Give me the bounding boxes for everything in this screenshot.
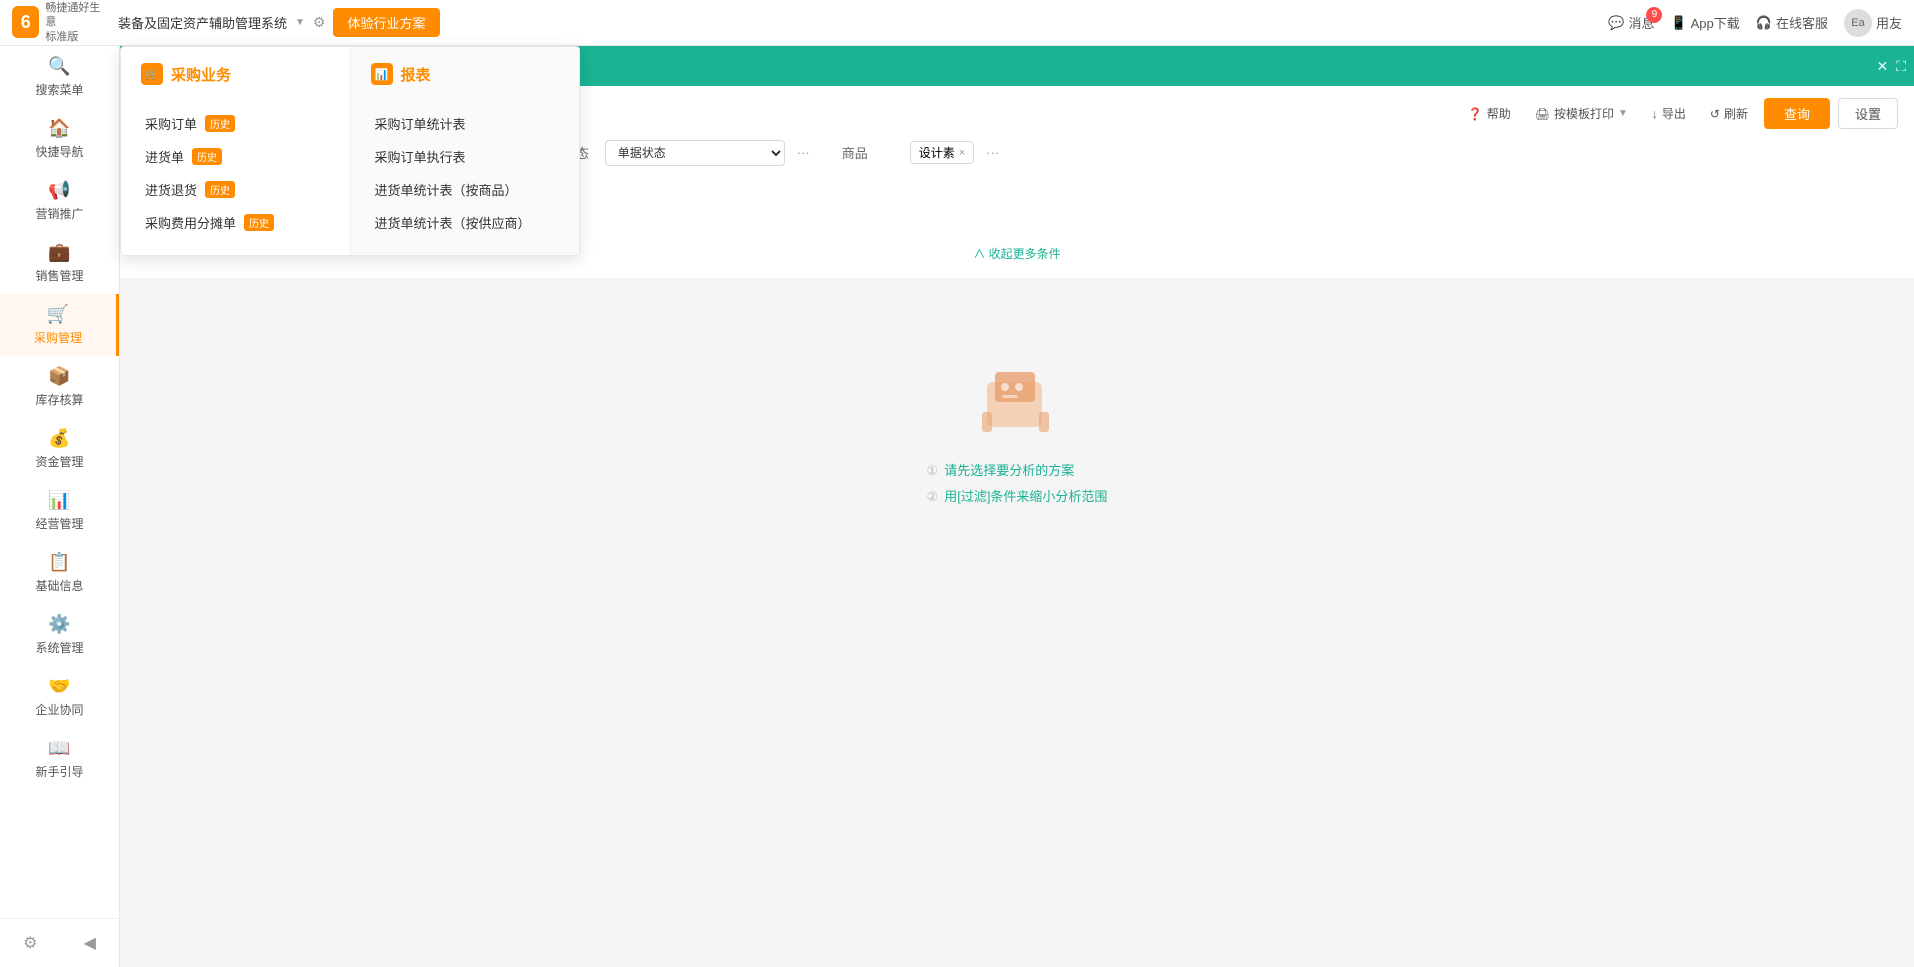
product-more-icon[interactable]: ··· [986,145,999,160]
online-service-btn[interactable]: 🎧 在线客服 [1756,13,1828,32]
query-btn[interactable]: 查询 [1764,98,1830,129]
sidebar-item-marketing[interactable]: 📢 营销推广 [0,170,119,232]
menu-item-return[interactable]: 进货退货 历史 [141,173,334,206]
user-avatar-btn[interactable]: Ea 用友 [1844,9,1902,37]
sidebar-item-operations[interactable]: 📊 经营管理 [0,480,119,542]
menu-item-purchase-order[interactable]: 采购订单 历史 [141,107,334,140]
print-btn[interactable]: 🖨 按模板打印 ▼ [1527,101,1636,126]
print-dropdown-icon[interactable]: ▼ [1618,108,1628,119]
doc-status-select[interactable]: 单据状态 [605,140,785,166]
filter-settings-btn[interactable]: 设置 [1838,98,1898,129]
sidebar-item-quicknav[interactable]: 🏠 快捷导航 [0,108,119,170]
book-icon: 📖 [48,738,70,759]
doc-status-more-icon[interactable]: ··· [797,145,810,160]
dropdown-col-business-title: 🛒 采购业务 [141,63,334,93]
message-btn[interactable]: 💬 消息 9 [1608,13,1654,32]
refresh-btn[interactable]: ↺ 刷新 [1702,101,1756,126]
dropdown-col-business: 🛒 采购业务 采购订单 历史 进货单 历史 进货退货 历史 采购费用分摊单 历史 [121,47,350,255]
handshake-icon: 🤝 [48,676,70,697]
money-icon: 💰 [48,428,70,449]
speaker-icon: 📢 [48,180,70,201]
export-icon: ↓ [1652,107,1658,121]
report-col-icon: 📊 [371,63,393,85]
avatar: Ea [1844,9,1872,37]
app-download-btn[interactable]: 📱 App下载 [1670,13,1739,32]
tab-bar-right: ✕ ⛶ [1876,58,1906,75]
export-btn[interactable]: ↓ 导出 [1644,101,1694,126]
logo: 6 畅捷通好生意 标准版 [12,1,102,44]
menu-item-expense[interactable]: 采购费用分摊单 历史 [141,206,334,239]
empty-hint-2: ②用[过滤]条件来缩小分析范围 [927,484,1108,510]
sidebar-footer: ⚙ ◀ [0,918,119,967]
system-dropdown-arrow[interactable]: ▼ [295,17,305,28]
message-icon: 💬 [1608,15,1624,31]
menu-item-inbound-stats-product[interactable]: 进货单统计表（按商品） [371,173,564,206]
sidebar-item-search[interactable]: 🔍 搜索菜单 [0,46,119,108]
cart-icon: 🛒 [47,304,69,325]
print-icon: 🖨 [1535,107,1550,121]
empty-state: ①请先选择要分析的方案 ②用[过滤]条件来缩小分析范围 [120,282,1914,590]
logo-text: 畅捷通好生意 标准版 [45,1,102,44]
phone-icon: 📱 [1670,15,1686,31]
history-badge-2: 历史 [205,181,235,198]
menu-item-po-exec[interactable]: 采购订单执行表 [371,140,564,173]
product-tag: 设计素 × [910,141,974,164]
briefcase-icon: 💼 [48,242,70,263]
sidebar-collapse-btn[interactable]: ◀ [76,929,104,957]
help-icon: ❓ [1468,107,1483,121]
system-name-area: 装备及固定资产辅助管理系统 ▼ ⚙ 体验行业方案 [102,8,1608,37]
topbar: 6 畅捷通好生意 标准版 装备及固定资产辅助管理系统 ▼ ⚙ 体验行业方案 💬 … [0,0,1914,46]
sidebar-item-system[interactable]: ⚙️ 系统管理 [0,604,119,666]
menu-item-inbound-stats-supplier[interactable]: 进货单统计表（按供应商） [371,206,564,239]
help-btn[interactable]: ❓ 帮助 [1460,101,1519,126]
purchase-dropdown-menu: 🛒 采购业务 采购订单 历史 进货单 历史 进货退货 历史 采购费用分摊单 历史… [120,46,580,256]
history-badge-0: 历史 [205,115,235,132]
sidebar: 🔍 搜索菜单 🏠 快捷导航 📢 营销推广 💼 销售管理 🛒 采购管理 📦 库存核… [0,46,120,967]
history-badge-1: 历史 [192,148,222,165]
sidebar-item-sales[interactable]: 💼 销售管理 [0,232,119,294]
industry-btn[interactable]: 体验行业方案 [333,8,439,37]
list-icon: 📋 [48,552,70,573]
sidebar-item-purchase[interactable]: 🛒 采购管理 [0,294,119,356]
sidebar-item-basic[interactable]: 📋 基础信息 [0,542,119,604]
search-icon: 🔍 [48,56,70,77]
system-name: 装备及固定资产辅助管理系统 [118,13,287,32]
menu-item-inbound[interactable]: 进货单 历史 [141,140,334,173]
dropdown-col-report-title: 📊 报表 [371,63,564,93]
sidebar-settings-btn[interactable]: ⚙ [15,929,45,957]
gear-icon: ⚙️ [48,614,70,635]
home-icon: 🏠 [48,118,70,139]
box-icon: 📦 [48,366,70,387]
sidebar-item-guide[interactable]: 📖 新手引导 [0,728,119,790]
dropdown-col-report: 📊 报表 采购订单统计表 采购订单执行表 进货单统计表（按商品） 进货单统计表（… [350,47,580,255]
empty-hints: ①请先选择要分析的方案 ②用[过滤]条件来缩小分析范围 [927,458,1108,510]
product-tag-close[interactable]: × [959,147,965,159]
doc-status-select-wrap: 单据状态 [605,140,785,166]
headset-icon: 🎧 [1756,15,1772,31]
system-gear-icon[interactable]: ⚙ [313,14,326,31]
message-badge: 9 [1646,7,1662,23]
empty-illustration [967,362,1067,442]
purchase-col-icon: 🛒 [141,63,163,85]
refresh-icon: ↺ [1710,107,1720,121]
collapse-arrow-up: ∧ [973,247,985,261]
tab-maximize-icon[interactable]: ⛶ [1896,58,1906,75]
sidebar-item-finance[interactable]: 💰 资金管理 [0,418,119,480]
topbar-right: 💬 消息 9 📱 App下载 🎧 在线客服 Ea 用友 [1608,9,1902,37]
sidebar-item-inventory[interactable]: 📦 库存核算 [0,356,119,418]
tab-close-all-icon[interactable]: ✕ [1876,58,1888,75]
product-label: 商品 [842,143,898,162]
history-badge-3: 历史 [244,214,274,231]
logo-icon: 6 [12,6,39,38]
chart-icon: 📊 [48,490,70,511]
empty-hint-1: ①请先选择要分析的方案 [927,458,1108,484]
menu-item-po-stats[interactable]: 采购订单统计表 [371,107,564,140]
sidebar-item-enterprise[interactable]: 🤝 企业协同 [0,666,119,728]
